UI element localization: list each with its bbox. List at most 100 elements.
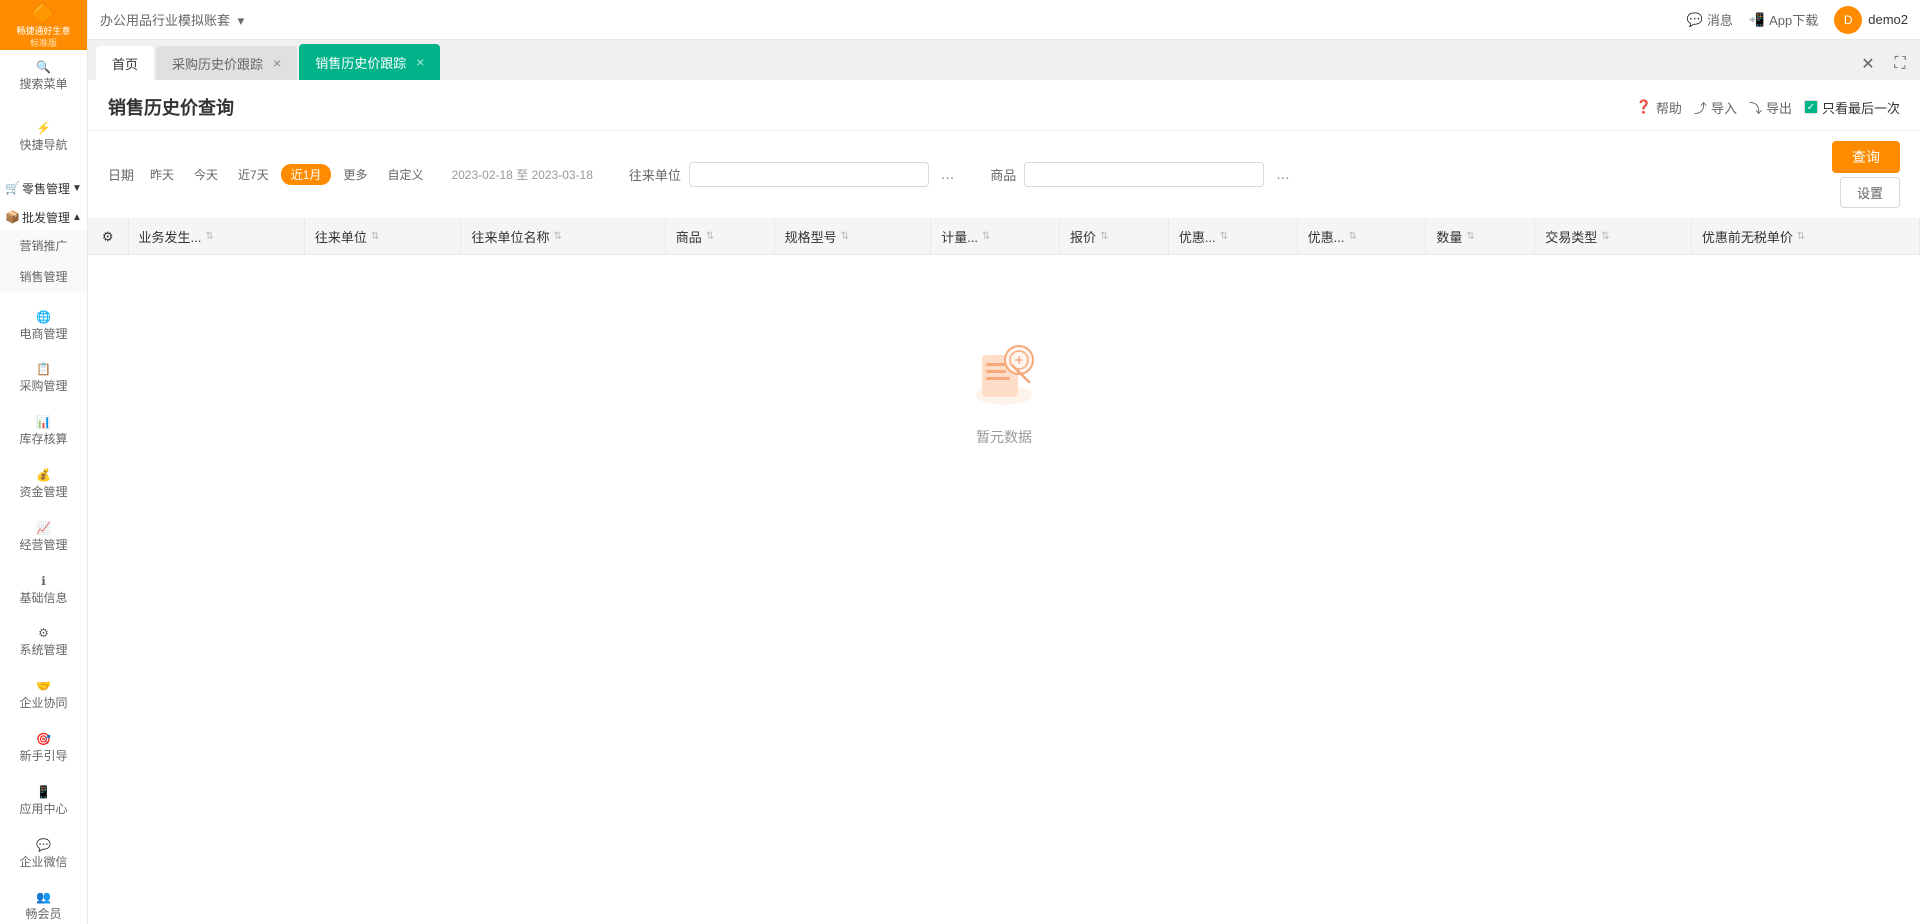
- topbar-actions: 💬 消息 📲 App下载 D demo2: [1687, 6, 1908, 34]
- col-transaction-type[interactable]: 交易类型 ⇅: [1535, 219, 1692, 255]
- sidebar-item-retail-mgmt[interactable]: 🛒 零售管理 ▼: [0, 172, 87, 201]
- sort-icon-partner-name[interactable]: ⇅: [554, 231, 562, 242]
- col-unit[interactable]: 计量... ⇅: [931, 219, 1060, 255]
- sidebar-item-app-center[interactable]: 📱 应用中心: [0, 775, 87, 828]
- tab-sales-close[interactable]: ×: [416, 54, 424, 70]
- app-center-icon: 📱: [0, 785, 87, 799]
- partner-input[interactable]: [689, 162, 929, 187]
- sidebar-item-system[interactable]: ⚙ 系统管理: [0, 616, 87, 669]
- sidebar: 🔶 畅捷通好生意 标准版 🔍 搜索菜单 ⚡ 快捷导航 🛒 零售管理 ▼ 📦 批发…: [0, 0, 88, 924]
- col-settings[interactable]: ⚙: [88, 219, 128, 255]
- empty-state: 暂元数据: [88, 255, 1920, 527]
- sidebar-item-basic-info[interactable]: ℹ 基础信息: [0, 564, 87, 617]
- wholesale-icon: 📦: [5, 210, 20, 224]
- product-filter-group: 商品 ...: [990, 162, 1289, 187]
- filter-actions: 查询 设置: [1832, 141, 1900, 208]
- col-discount2[interactable]: 优惠... ⇅: [1297, 219, 1426, 255]
- sort-icon-product[interactable]: ⇅: [706, 231, 714, 242]
- col-partner-name[interactable]: 往来单位名称 ⇅: [461, 219, 665, 255]
- account-title: 办公用品行业模拟账套 ▾: [100, 10, 1677, 29]
- partner-label: 往来单位: [629, 165, 681, 184]
- content-area: 销售历史价查询 ❓ 帮助 ⤴ 导入 ⤵ 导出 ✓ 只: [88, 80, 1920, 924]
- col-quote[interactable]: 报价 ⇅: [1059, 219, 1168, 255]
- tab-purchase-history[interactable]: 采购历史价跟踪 ×: [156, 46, 297, 80]
- page-header: 销售历史价查询 ❓ 帮助 ⤴ 导入 ⤵ 导出 ✓ 只: [88, 80, 1920, 131]
- help-action[interactable]: ❓ 帮助: [1636, 98, 1682, 117]
- col-pretax-price[interactable]: 优惠前无税单价 ⇅: [1691, 219, 1919, 255]
- partner-dots[interactable]: ...: [941, 166, 954, 184]
- maximize-button[interactable]: ⛶: [1888, 52, 1912, 76]
- tab-home[interactable]: 首页: [96, 46, 154, 80]
- tab-home-label: 首页: [112, 54, 138, 73]
- close-window-button[interactable]: ✕: [1856, 52, 1880, 76]
- tabbar-right: ✕ ⛶: [1856, 52, 1912, 80]
- query-button[interactable]: 查询: [1832, 141, 1900, 173]
- avatar: D: [1834, 6, 1862, 34]
- user-menu[interactable]: D demo2: [1834, 6, 1908, 34]
- settings-button[interactable]: 设置: [1840, 177, 1900, 208]
- col-product[interactable]: 商品 ⇅: [665, 219, 774, 255]
- sort-icon-partner-code[interactable]: ⇅: [371, 231, 379, 242]
- settings-gear-icon: ⚙: [102, 229, 114, 244]
- agreement-icon: 🤝: [0, 679, 87, 693]
- date-btn-more[interactable]: 更多: [335, 164, 375, 185]
- import-action[interactable]: ⤴ 导入: [1694, 98, 1737, 117]
- col-partner-code[interactable]: 往来单位 ⇅: [304, 219, 461, 255]
- basic-info-icon: ℹ: [0, 574, 87, 588]
- date-btn-last1month[interactable]: 近1月: [281, 164, 332, 185]
- sidebar-item-search-menu[interactable]: 🔍 搜索菜单: [0, 50, 87, 103]
- sort-icon-discount2[interactable]: ⇅: [1348, 231, 1356, 242]
- sidebar-item-capital[interactable]: 💰 资金管理: [0, 458, 87, 511]
- purchase-icon: 📋: [0, 362, 87, 376]
- business-icon: 📈: [0, 521, 87, 535]
- date-btn-yesterday[interactable]: 昨天: [142, 164, 182, 185]
- partner-filter-group: 往来单位 ...: [629, 162, 954, 187]
- product-dots[interactable]: ...: [1276, 166, 1289, 184]
- sort-icon-business-date[interactable]: ⇅: [205, 231, 213, 242]
- sales-mgmt-label: 销售管理: [0, 268, 87, 285]
- tab-purchase-close[interactable]: ×: [273, 55, 281, 71]
- sort-icon-unit[interactable]: ⇅: [982, 231, 990, 242]
- sidebar-item-member[interactable]: 👥 畅会员: [0, 880, 87, 924]
- sidebar-item-ecommerce[interactable]: 🌐 电商管理: [0, 300, 87, 353]
- sort-icon-quantity[interactable]: ⇅: [1466, 231, 1474, 242]
- date-btn-today[interactable]: 今天: [186, 164, 226, 185]
- date-btn-custom[interactable]: 自定义: [379, 164, 431, 185]
- guide-icon: 🎯: [0, 732, 87, 746]
- product-input[interactable]: [1024, 162, 1264, 187]
- col-spec[interactable]: 规格型号 ⇅: [774, 219, 931, 255]
- message-action[interactable]: 💬 消息: [1687, 10, 1733, 29]
- date-btn-last7[interactable]: 近7天: [230, 164, 277, 185]
- sidebar-item-enterprise-agreement[interactable]: 🤝 企业协同: [0, 669, 87, 722]
- col-quantity[interactable]: 数量 ⇅: [1426, 219, 1535, 255]
- tab-sales-label: 销售历史价跟踪: [315, 53, 406, 72]
- tab-sales-history[interactable]: 销售历史价跟踪 ×: [299, 44, 440, 80]
- sidebar-item-new-guide[interactable]: 🎯 新手引导: [0, 722, 87, 775]
- sidebar-item-sales-mgmt[interactable]: 销售管理: [0, 261, 87, 292]
- sidebar-item-enterprise-wechat[interactable]: 💬 企业微信: [0, 828, 87, 881]
- system-icon: ⚙: [0, 626, 87, 640]
- marketing-label: 营销推广: [0, 237, 87, 254]
- sidebar-item-purchase[interactable]: 📋 采购管理: [0, 352, 87, 405]
- date-range-text: 2023-02-18 至 2023-03-18: [451, 166, 592, 183]
- sort-icon-discount1[interactable]: ⇅: [1220, 231, 1228, 242]
- empty-text: 暂元数据: [976, 427, 1032, 447]
- dropdown-icon[interactable]: ▾: [238, 13, 245, 28]
- sidebar-item-inventory[interactable]: 📊 库存核算: [0, 405, 87, 458]
- export-action[interactable]: ⤵ 导出: [1749, 98, 1792, 117]
- sort-icon-quote[interactable]: ⇅: [1100, 231, 1108, 242]
- product-label: 商品: [990, 165, 1016, 184]
- sort-icon-transaction-type[interactable]: ⇅: [1601, 231, 1609, 242]
- tab-purchase-label: 采购历史价跟踪: [172, 54, 263, 73]
- only-last-once-checkbox[interactable]: ✓ 只看最后一次: [1804, 98, 1900, 117]
- filter-bar: 日期 昨天 今天 近7天 近1月 更多 自定义 2023-02-18 至 202…: [88, 131, 1920, 219]
- col-discount1[interactable]: 优惠... ⇅: [1168, 219, 1297, 255]
- col-business-date[interactable]: 业务发生... ⇅: [128, 219, 304, 255]
- sidebar-item-quick-nav[interactable]: ⚡ 快捷导航: [0, 111, 87, 164]
- sort-icon-pretax-price[interactable]: ⇅: [1797, 231, 1805, 242]
- sort-icon-spec[interactable]: ⇅: [841, 231, 849, 242]
- sidebar-item-marketing[interactable]: 营销推广: [0, 230, 87, 261]
- app-download-action[interactable]: 📲 App下载: [1749, 10, 1818, 29]
- sidebar-item-wholesale-mgmt[interactable]: 📦 批发管理 ▲: [0, 201, 87, 230]
- sidebar-item-business[interactable]: 📈 经营管理: [0, 511, 87, 564]
